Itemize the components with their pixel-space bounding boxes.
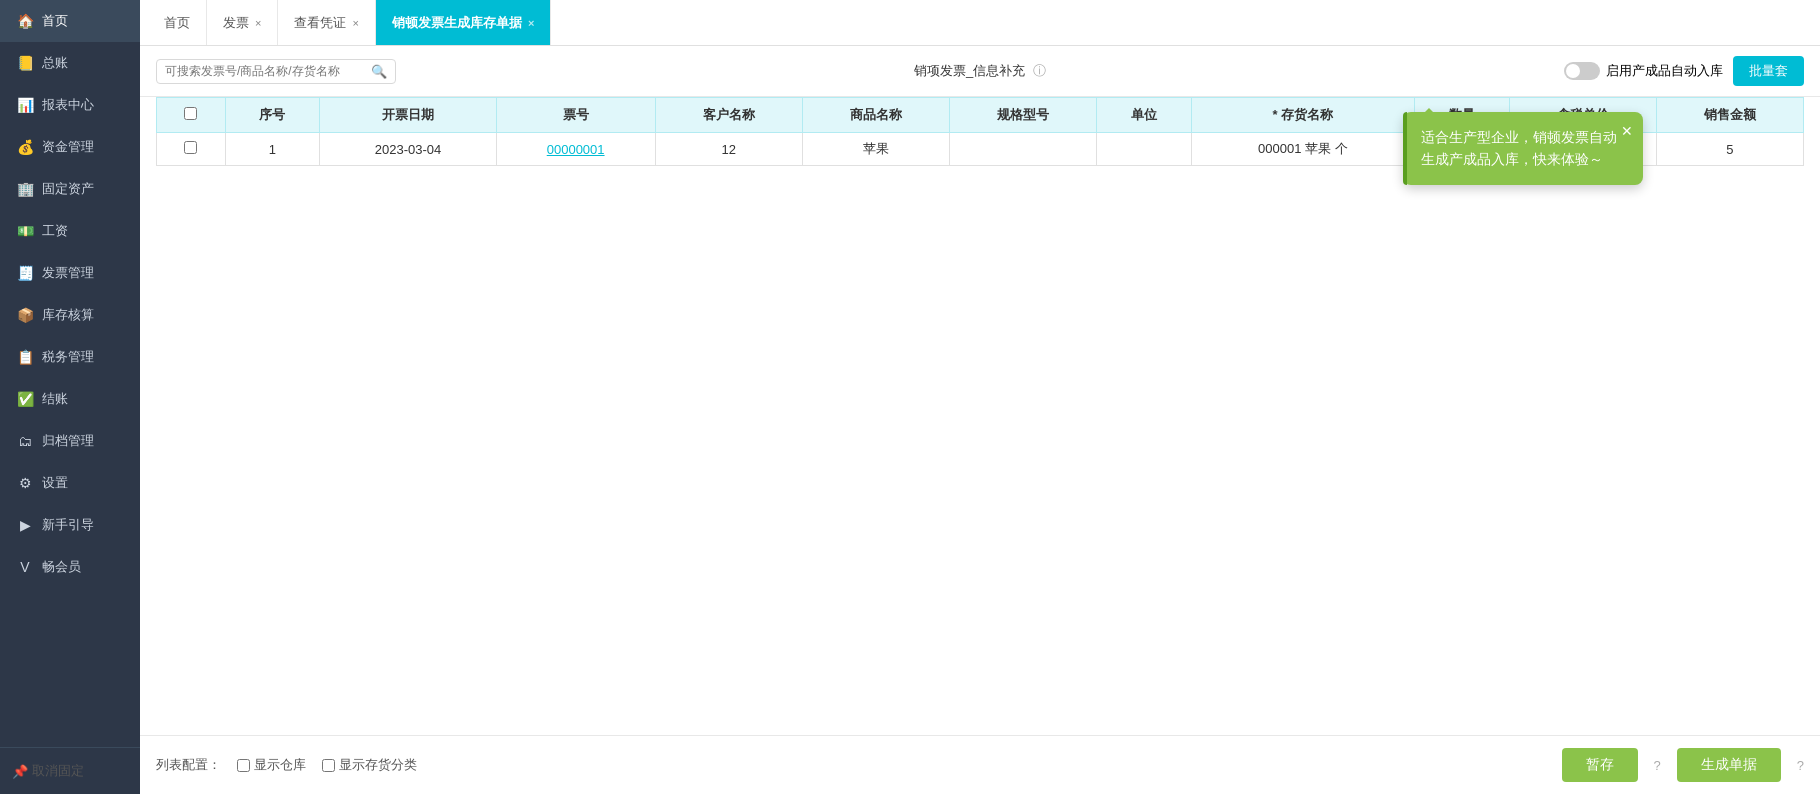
show-warehouse-option[interactable]: 显示仓库 [237,756,306,774]
cell-spec [949,133,1096,166]
assets-icon: 🏢 [16,181,34,197]
col-seq: 序号 [225,98,320,133]
cell-number[interactable]: 00000001 [496,133,655,166]
search-input[interactable] [165,64,371,78]
sidebar-item-funds[interactable]: 💰 资金管理 [0,126,140,168]
ledger-icon: 📒 [16,55,34,71]
table-wrapper: 序号 开票日期 票号 客户名称 商品名称 规格型号 单位 * 存货名称 数量 含… [140,97,1820,735]
close-invoice-tab[interactable]: × [255,17,261,29]
salary-icon: 💵 [16,223,34,239]
sidebar-item-settings[interactable]: ⚙ 设置 [0,462,140,504]
col-number: 票号 [496,98,655,133]
vip-icon: V [16,559,34,575]
toolbar: 🔍 销项发票_信息补充 ⓘ 启用产成品自动入库 ✕ 适合生产型企业 [140,46,1820,97]
col-date: 开票日期 [320,98,496,133]
tooltip-popup: ✕ 适合生产型企业，销顿发票自动生成产成品入库，快来体验～ [1403,112,1643,185]
sidebar-item-invoice-mgmt[interactable]: 🧾 发票管理 [0,252,140,294]
col-amount: 销售金额 [1656,98,1803,133]
tab-invoice[interactable]: 发票 × [207,0,278,45]
row-checkbox[interactable] [184,141,197,154]
reports-icon: 📊 [16,97,34,113]
page-body: 🔍 销项发票_信息补充 ⓘ 启用产成品自动入库 ✕ 适合生产型企业 [140,46,1820,794]
cell-inventory[interactable]: 000001 苹果 个 [1191,133,1414,166]
settings-icon: ⚙ [16,475,34,491]
cell-unit [1097,133,1192,166]
sidebar: 🏠 首页 📒 总账 📊 报表中心 💰 资金管理 🏢 固定资产 💵 工资 🧾 发票… [0,0,140,794]
sidebar-item-vip[interactable]: V 畅会员 [0,546,140,588]
col-inventory: * 存货名称 [1191,98,1414,133]
sidebar-item-archive[interactable]: 🗂 归档管理 [0,420,140,462]
show-category-checkbox[interactable] [322,759,335,772]
col-customer: 客户名称 [655,98,802,133]
tab-home[interactable]: 首页 [148,0,207,45]
cell-customer: 12 [655,133,802,166]
invoice-number-link[interactable]: 00000001 [547,142,605,157]
config-label: 列表配置： [156,756,221,774]
cell-date: 2023-03-04 [320,133,496,166]
pin-icon: 📌 [12,764,28,779]
toggle-switch: 启用产成品自动入库 ✕ 适合生产型企业，销顿发票自动生成产成品入库，快来体验～ [1564,62,1723,80]
bottom-bar: 列表配置： 显示仓库 显示存货分类 暂存 ? 生成单据 ? [140,735,1820,794]
search-icon: 🔍 [371,64,387,79]
funds-icon: 💰 [16,139,34,155]
cell-product: 苹果 [802,133,949,166]
tooltip-close-button[interactable]: ✕ [1621,120,1633,142]
sidebar-item-ledger[interactable]: 📒 总账 [0,42,140,84]
generate-help-icon[interactable]: ? [1797,758,1804,773]
sidebar-item-closing[interactable]: ✅ 结账 [0,378,140,420]
sidebar-item-inventory[interactable]: 📦 库存核算 [0,294,140,336]
toggle-thumb [1566,64,1580,78]
save-button[interactable]: 暂存 [1562,748,1638,782]
inventory-icon: 📦 [16,307,34,323]
close-voucher-tab[interactable]: × [352,17,358,29]
sidebar-item-assets[interactable]: 🏢 固定资产 [0,168,140,210]
cell-amount: 5 [1656,133,1803,166]
toolbar-right: 启用产成品自动入库 ✕ 适合生产型企业，销顿发票自动生成产成品入库，快来体验～ … [1564,56,1804,86]
invoice-mgmt-icon: 🧾 [16,265,34,281]
auto-warehouse-toggle[interactable] [1564,62,1600,80]
sidebar-bottom: 📌 取消固定 [0,747,140,794]
toolbar-left: 🔍 [156,59,396,84]
col-checkbox[interactable] [157,98,226,133]
tab-bar: 首页 发票 × 查看凭证 × 销顿发票生成库存单据 × [140,0,1820,46]
close-cancel-invoice-tab[interactable]: × [528,17,534,29]
toolbar-center: 销项发票_信息补充 ⓘ [914,62,1046,80]
search-box[interactable]: 🔍 [156,59,396,84]
sidebar-item-salary[interactable]: 💵 工资 [0,210,140,252]
generate-button[interactable]: 生成单据 [1677,748,1781,782]
show-warehouse-checkbox[interactable] [237,759,250,772]
tab-cancel-invoice[interactable]: 销顿发票生成库存单据 × [376,0,551,45]
archive-icon: 🗂 [16,433,34,449]
home-icon: 🏠 [16,13,34,29]
select-all-checkbox[interactable] [184,107,197,120]
sidebar-item-guide[interactable]: ▶ 新手引导 [0,504,140,546]
sidebar-item-reports[interactable]: 📊 报表中心 [0,84,140,126]
col-spec: 规格型号 [949,98,1096,133]
tab-voucher[interactable]: 查看凭证 × [278,0,375,45]
tax-icon: 📋 [16,349,34,365]
batch-button[interactable]: 批量套 [1733,56,1804,86]
sidebar-item-home[interactable]: 🏠 首页 [0,0,140,42]
info-icon[interactable]: ⓘ [1033,62,1046,80]
col-unit: 单位 [1097,98,1192,133]
closing-icon: ✅ [16,391,34,407]
cell-checkbox[interactable] [157,133,226,166]
main-content: 首页 发票 × 查看凭证 × 销顿发票生成库存单据 × 🔍 销项发票_信息补充 [140,0,1820,794]
tooltip-bar [1403,112,1407,185]
col-product: 商品名称 [802,98,949,133]
cell-seq: 1 [225,133,320,166]
sidebar-item-tax[interactable]: 📋 税务管理 [0,336,140,378]
save-help-icon[interactable]: ? [1654,758,1661,773]
show-category-option[interactable]: 显示存货分类 [322,756,417,774]
cancel-pin-button[interactable]: 📌 取消固定 [0,756,140,786]
guide-icon: ▶ [16,517,34,533]
